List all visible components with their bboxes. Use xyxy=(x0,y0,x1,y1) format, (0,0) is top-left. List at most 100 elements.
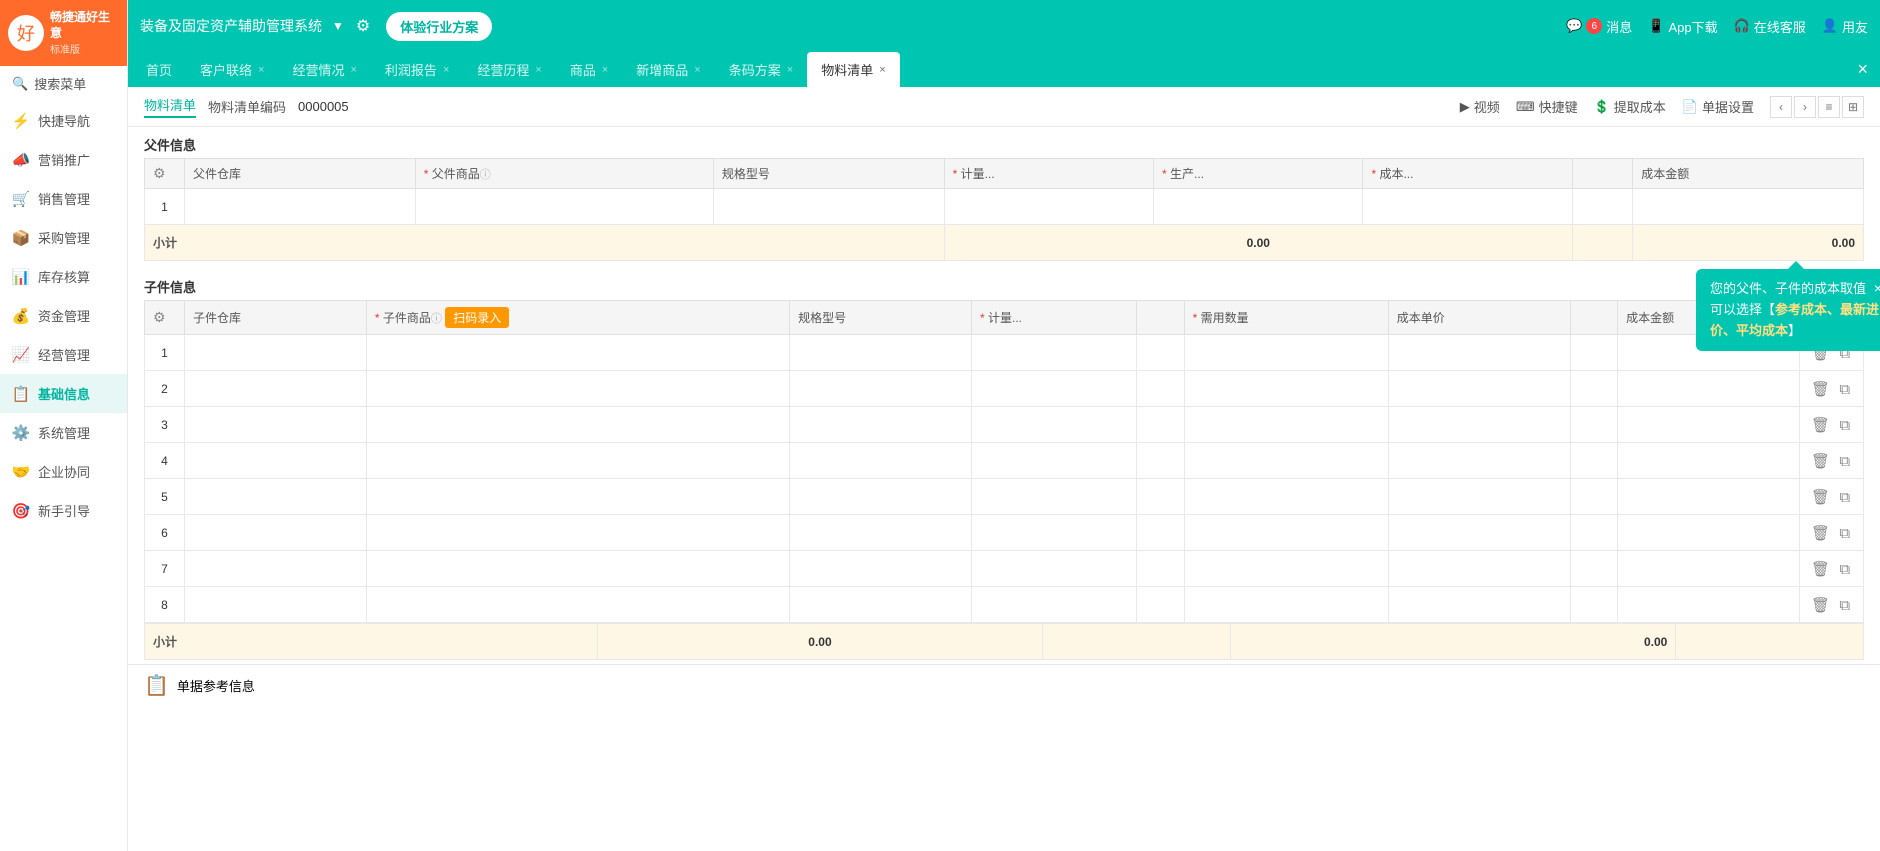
child-unitcost-7[interactable] xyxy=(1388,551,1570,587)
child-spec-6[interactable] xyxy=(790,515,972,551)
sidebar-item-quick-nav[interactable]: ⚡快捷导航 xyxy=(0,101,127,140)
child-qty-7[interactable] xyxy=(1184,551,1388,587)
tab-home[interactable]: 首页 xyxy=(132,52,186,87)
child-warehouse-3[interactable] xyxy=(185,407,367,443)
tab-close-operation[interactable]: × xyxy=(350,64,356,76)
child-qty-2[interactable] xyxy=(1184,371,1388,407)
sidebar-item-purchase[interactable]: 📦采购管理 xyxy=(0,218,127,257)
tab-barcode[interactable]: 条码方案 × xyxy=(715,52,807,87)
copy-btn-3[interactable]: ⧉ xyxy=(1836,415,1853,436)
user-item[interactable]: 👤 用友 xyxy=(1822,17,1868,36)
copy-btn-2[interactable]: ⧉ xyxy=(1836,379,1853,400)
parent-unit-cell[interactable] xyxy=(944,189,1153,225)
sidebar-item-inventory[interactable]: 📊库存核算 xyxy=(0,257,127,296)
trial-button[interactable]: 体验行业方案 xyxy=(386,12,492,41)
close-all-tabs[interactable]: × xyxy=(1849,55,1876,84)
child-unitcost-8[interactable] xyxy=(1388,587,1570,623)
child-qty-1[interactable] xyxy=(1184,335,1388,371)
parent-product-cell[interactable] xyxy=(415,189,713,225)
scan-button[interactable]: 扫码录入 xyxy=(445,307,509,328)
nav-next[interactable]: › xyxy=(1794,96,1816,118)
child-product-5[interactable] xyxy=(366,479,789,515)
child-spec-8[interactable] xyxy=(790,587,972,623)
copy-btn-7[interactable]: ⧉ xyxy=(1836,559,1853,580)
child-warehouse-6[interactable] xyxy=(185,515,367,551)
child-qty-6[interactable] xyxy=(1184,515,1388,551)
child-warehouse-1[interactable] xyxy=(185,335,367,371)
tab-customer[interactable]: 客户联络 × xyxy=(186,52,278,87)
delete-btn-7[interactable]: 🗑 xyxy=(1808,558,1833,580)
child-spec-2[interactable] xyxy=(790,371,972,407)
delete-btn-5[interactable]: 🗑 xyxy=(1808,486,1833,508)
child-settings-icon[interactable]: ⚙ xyxy=(153,309,166,325)
child-warehouse-2[interactable] xyxy=(185,371,367,407)
copy-btn-5[interactable]: ⧉ xyxy=(1836,487,1853,508)
tab-profit[interactable]: 利润报告 × xyxy=(371,52,463,87)
tab-bom[interactable]: 物料清单 × xyxy=(807,52,899,87)
child-unit-6[interactable] xyxy=(972,515,1137,551)
child-unit-4[interactable] xyxy=(972,443,1137,479)
sidebar-item-marketing[interactable]: 📣营销推广 xyxy=(0,140,127,179)
copy-btn-8[interactable]: ⧉ xyxy=(1836,595,1853,616)
child-unitcost-5[interactable] xyxy=(1388,479,1570,515)
single-btn[interactable]: 📄 单据设置 xyxy=(1682,97,1754,116)
child-unit-3[interactable] xyxy=(972,407,1137,443)
sidebar-item-collaboration[interactable]: 🤝企业协同 xyxy=(0,452,127,491)
copy-btn-6[interactable]: ⧉ xyxy=(1836,523,1853,544)
delete-btn-6[interactable]: 🗑 xyxy=(1808,522,1833,544)
nav-expand[interactable]: ⊞ xyxy=(1842,96,1864,118)
settings-icon[interactable]: ⚙ xyxy=(153,165,166,181)
delete-btn-2[interactable]: 🗑 xyxy=(1808,378,1833,400)
child-unit-5[interactable] xyxy=(972,479,1137,515)
child-spec-5[interactable] xyxy=(790,479,972,515)
search-menu[interactable]: 🔍 搜索菜单 xyxy=(0,66,127,101)
parent-cost-cell[interactable] xyxy=(1363,189,1572,225)
child-spec-7[interactable] xyxy=(790,551,972,587)
child-unitcost-6[interactable] xyxy=(1388,515,1570,551)
sidebar-item-guide[interactable]: 🎯新手引导 xyxy=(0,491,127,530)
child-product-7[interactable] xyxy=(366,551,789,587)
tab-operation[interactable]: 经营情况 × xyxy=(278,52,370,87)
child-product-1[interactable] xyxy=(366,335,789,371)
child-spec-4[interactable] xyxy=(790,443,972,479)
tab-close-profit[interactable]: × xyxy=(443,64,449,76)
tab-goods[interactable]: 商品 × xyxy=(556,52,622,87)
nav-prev[interactable]: ‹ xyxy=(1770,96,1792,118)
child-qty-5[interactable] xyxy=(1184,479,1388,515)
shortcut-btn[interactable]: ⌨ 快捷键 xyxy=(1516,97,1578,116)
child-unitcost-4[interactable] xyxy=(1388,443,1570,479)
child-warehouse-8[interactable] xyxy=(185,587,367,623)
copy-btn-4[interactable]: ⧉ xyxy=(1836,451,1853,472)
tab-close-history[interactable]: × xyxy=(535,64,541,76)
child-spec-1[interactable] xyxy=(790,335,972,371)
sidebar-item-operations[interactable]: 📈经营管理 xyxy=(0,335,127,374)
child-spec-3[interactable] xyxy=(790,407,972,443)
subheader-tab2[interactable]: 物料清单编码 xyxy=(208,97,286,116)
child-product-2[interactable] xyxy=(366,371,789,407)
online-service-item[interactable]: 🎧 在线客服 xyxy=(1734,17,1806,36)
tab-close-bom[interactable]: × xyxy=(879,64,885,76)
parent-spec-cell[interactable] xyxy=(713,189,944,225)
child-product-6[interactable] xyxy=(366,515,789,551)
child-product-8[interactable] xyxy=(366,587,789,623)
child-qty-4[interactable] xyxy=(1184,443,1388,479)
child-qty-3[interactable] xyxy=(1184,407,1388,443)
sidebar-item-system[interactable]: ⚙️系统管理 xyxy=(0,413,127,452)
child-unitcost-2[interactable] xyxy=(1388,371,1570,407)
delete-btn-4[interactable]: 🗑 xyxy=(1808,450,1833,472)
child-unit-2[interactable] xyxy=(972,371,1137,407)
child-unit-8[interactable] xyxy=(972,587,1137,623)
message-item[interactable]: 💬 6 消息 xyxy=(1566,17,1632,36)
child-unit-1[interactable] xyxy=(972,335,1137,371)
tab-close-barcode[interactable]: × xyxy=(787,64,793,76)
child-product-3[interactable] xyxy=(366,407,789,443)
sidebar-item-basic-info[interactable]: 📋基础信息 xyxy=(0,374,127,413)
tab-close-new-goods[interactable]: × xyxy=(694,64,700,76)
child-qty-8[interactable] xyxy=(1184,587,1388,623)
delete-btn-3[interactable]: 🗑 xyxy=(1808,414,1833,436)
child-product-4[interactable] xyxy=(366,443,789,479)
parent-production-cell[interactable] xyxy=(1154,189,1363,225)
parent-warehouse-cell[interactable] xyxy=(185,189,416,225)
tab-close-goods[interactable]: × xyxy=(602,64,608,76)
child-warehouse-4[interactable] xyxy=(185,443,367,479)
